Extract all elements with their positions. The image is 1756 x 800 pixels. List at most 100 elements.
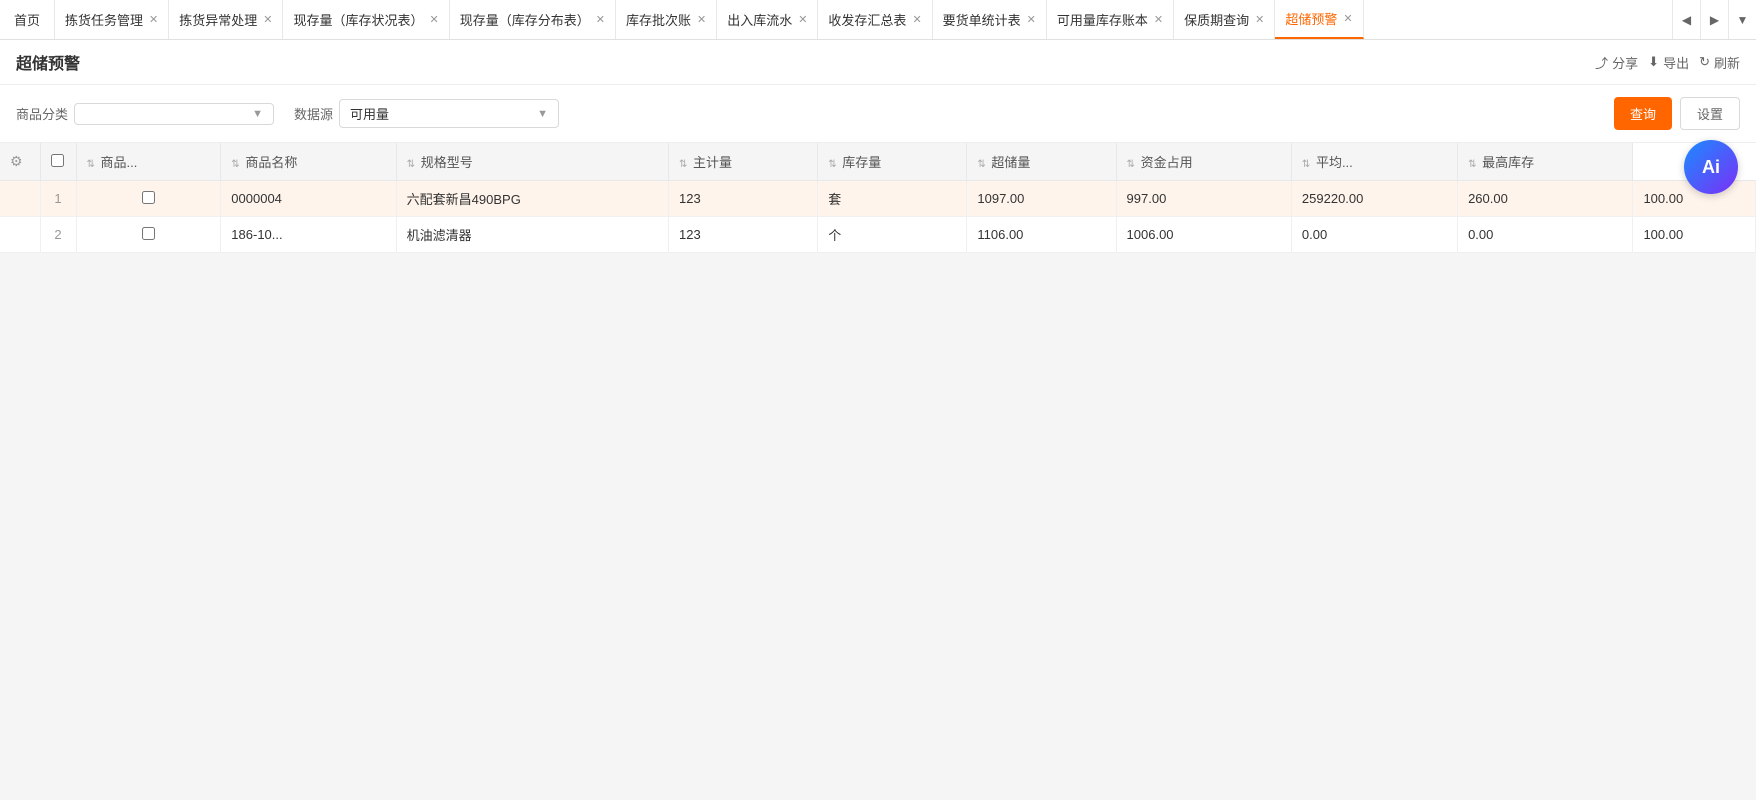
tab-order-stat[interactable]: 要货单统计表 ✕ — [933, 0, 1047, 39]
query-button[interactable]: 查询 — [1614, 97, 1672, 130]
row-stock-0: 1097.00 — [967, 181, 1116, 217]
close-tab-batch[interactable]: ✕ — [697, 13, 706, 26]
settings-button[interactable]: 设置 — [1680, 97, 1740, 130]
row-checkbox-0 — [76, 181, 221, 217]
sort-icon-avg: ⇅ — [1302, 159, 1310, 170]
tab-pick-task[interactable]: 拣货任务管理 ✕ — [55, 0, 169, 39]
sort-icon-spec: ⇅ — [407, 159, 415, 170]
datasource-arrow-icon: ▼ — [537, 108, 548, 120]
ai-badge[interactable]: Ai — [1684, 140, 1738, 194]
row-spec-1: 123 — [669, 217, 818, 253]
row-product-code-1: 186-10... — [221, 217, 396, 253]
row-unit-0: 套 — [818, 181, 967, 217]
col-product-code-header[interactable]: ⇅ 商品... — [76, 143, 221, 181]
col-unit-header[interactable]: ⇅ 主计量 — [669, 143, 818, 181]
row-avg-0: 260.00 — [1458, 181, 1633, 217]
datasource-filter: 数据源 可用量 ▼ — [294, 99, 559, 128]
share-icon: ⤴ — [1595, 53, 1608, 72]
tab-available[interactable]: 可用量库存账本 ✕ — [1047, 0, 1174, 39]
close-tab-stock-dist[interactable]: ✕ — [596, 13, 605, 26]
category-filter: 商品分类 ▼ — [16, 103, 274, 125]
close-tab-pick-exception[interactable]: ✕ — [263, 13, 272, 26]
header-actions: ⤴ 分享 ⬇ 导出 ↻ 刷新 — [1595, 53, 1740, 72]
sort-icon-code: ⇅ — [87, 159, 95, 170]
category-select[interactable]: ▼ — [74, 103, 274, 125]
sort-icon-capital: ⇅ — [1127, 159, 1135, 170]
col-stock-header[interactable]: ⇅ 库存量 — [818, 143, 967, 181]
nav-more-btn[interactable]: ▼ — [1728, 0, 1756, 39]
sort-icon-unit: ⇅ — [679, 159, 687, 170]
col-avg-header[interactable]: ⇅ 平均... — [1291, 143, 1457, 181]
datasource-label: 数据源 — [294, 104, 333, 123]
tab-flow[interactable]: 出入库流水 ✕ — [717, 0, 818, 39]
row-capital-0: 259220.00 — [1291, 181, 1457, 217]
row-settings-cell-0 — [0, 181, 40, 217]
share-button[interactable]: ⤴ 分享 — [1595, 53, 1638, 72]
export-button[interactable]: ⬇ 导出 — [1648, 53, 1689, 72]
settings-gear-icon[interactable]: ⚙ — [10, 153, 23, 169]
row-spec-0: 123 — [669, 181, 818, 217]
datasource-select[interactable]: 可用量 ▼ — [339, 99, 559, 128]
col-product-name-header[interactable]: ⇅ 商品名称 — [221, 143, 396, 181]
row-avg-1: 0.00 — [1458, 217, 1633, 253]
tab-batch[interactable]: 库存批次账 ✕ — [616, 0, 717, 39]
tab-stock-dist[interactable]: 现存量（库存分布表） ✕ — [450, 0, 616, 39]
sort-icon-name: ⇅ — [231, 159, 239, 170]
table-row: 2186-10...机油滤清器123个1106.001006.000.000.0… — [0, 217, 1756, 253]
row-checkbox-input-1[interactable] — [142, 227, 155, 240]
row-unit-1: 个 — [818, 217, 967, 253]
close-tab-pick-task[interactable]: ✕ — [149, 13, 158, 26]
category-arrow-icon: ▼ — [252, 108, 263, 120]
tab-quality[interactable]: 保质期查询 ✕ — [1174, 0, 1275, 39]
page-title: 超储预警 — [16, 50, 80, 74]
page-header: 超储预警 ⤴ 分享 ⬇ 导出 ↻ 刷新 — [0, 40, 1756, 85]
category-label: 商品分类 — [16, 104, 68, 123]
sort-icon-stock: ⇅ — [828, 159, 836, 170]
table-header-row: ⚙ ⇅ 商品... ⇅ 商品名称 ⇅ 规格型号 ⇅ — [0, 143, 1756, 181]
tab-stock-status[interactable]: 现存量（库存状况表） ✕ — [283, 0, 449, 39]
nav-prev-btn[interactable]: ◀ — [1672, 0, 1700, 39]
export-icon: ⬇ — [1648, 54, 1659, 70]
tab-overstock[interactable]: 超储预警 ✕ — [1275, 0, 1363, 39]
close-tab-summary[interactable]: ✕ — [912, 13, 921, 26]
topbar: 首页 拣货任务管理 ✕ 拣货异常处理 ✕ 现存量（库存状况表） ✕ 现存量（库存… — [0, 0, 1756, 40]
overstock-table: ⚙ ⇅ 商品... ⇅ 商品名称 ⇅ 规格型号 ⇅ — [0, 143, 1756, 253]
refresh-icon: ↻ — [1699, 54, 1710, 70]
row-overstock-0: 997.00 — [1116, 181, 1291, 217]
refresh-button[interactable]: ↻ 刷新 — [1699, 53, 1740, 72]
table-container: ⚙ ⇅ 商品... ⇅ 商品名称 ⇅ 规格型号 ⇅ — [0, 143, 1756, 253]
table-body: 10000004六配套新昌490BPG123套1097.00997.002592… — [0, 181, 1756, 253]
col-checkbox-header — [40, 143, 76, 181]
nav-home[interactable]: 首页 — [0, 0, 55, 39]
col-max-stock-header[interactable]: ⇅ 最高库存 — [1458, 143, 1633, 181]
row-max-stock-1: 100.00 — [1633, 217, 1756, 253]
select-all-checkbox[interactable] — [51, 154, 64, 167]
close-tab-quality[interactable]: ✕ — [1255, 13, 1264, 26]
row-overstock-1: 1006.00 — [1116, 217, 1291, 253]
col-capital-header[interactable]: ⇅ 资金占用 — [1116, 143, 1291, 181]
filter-bar: 商品分类 ▼ 数据源 可用量 ▼ 查询 设置 — [0, 85, 1756, 143]
row-product-name-1: 机油滤清器 — [396, 217, 668, 253]
filter-buttons: 查询 设置 — [1614, 97, 1740, 130]
tab-summary[interactable]: 收发存汇总表 ✕ — [818, 0, 932, 39]
sort-icon-max: ⇅ — [1468, 159, 1476, 170]
close-tab-order-stat[interactable]: ✕ — [1027, 13, 1036, 26]
col-settings-header: ⚙ — [0, 143, 40, 181]
row-settings-cell-1 — [0, 217, 40, 253]
sort-icon-overstock: ⇅ — [977, 159, 985, 170]
close-tab-stock-status[interactable]: ✕ — [430, 13, 439, 26]
table-row: 10000004六配套新昌490BPG123套1097.00997.002592… — [0, 181, 1756, 217]
close-tab-available[interactable]: ✕ — [1154, 13, 1163, 26]
close-tab-overstock[interactable]: ✕ — [1343, 12, 1352, 25]
row-capital-1: 0.00 — [1291, 217, 1457, 253]
row-checkbox-input-0[interactable] — [142, 191, 155, 204]
close-tab-flow[interactable]: ✕ — [798, 13, 807, 26]
nav-next-btn[interactable]: ▶ — [1700, 0, 1728, 39]
col-overstock-header[interactable]: ⇅ 超储量 — [967, 143, 1116, 181]
tab-pick-exception[interactable]: 拣货异常处理 ✕ — [169, 0, 283, 39]
col-spec-header[interactable]: ⇅ 规格型号 — [396, 143, 668, 181]
row-stock-1: 1106.00 — [967, 217, 1116, 253]
row-checkbox-1 — [76, 217, 221, 253]
row-product-code-0: 0000004 — [221, 181, 396, 217]
row-num-0: 1 — [40, 181, 76, 217]
